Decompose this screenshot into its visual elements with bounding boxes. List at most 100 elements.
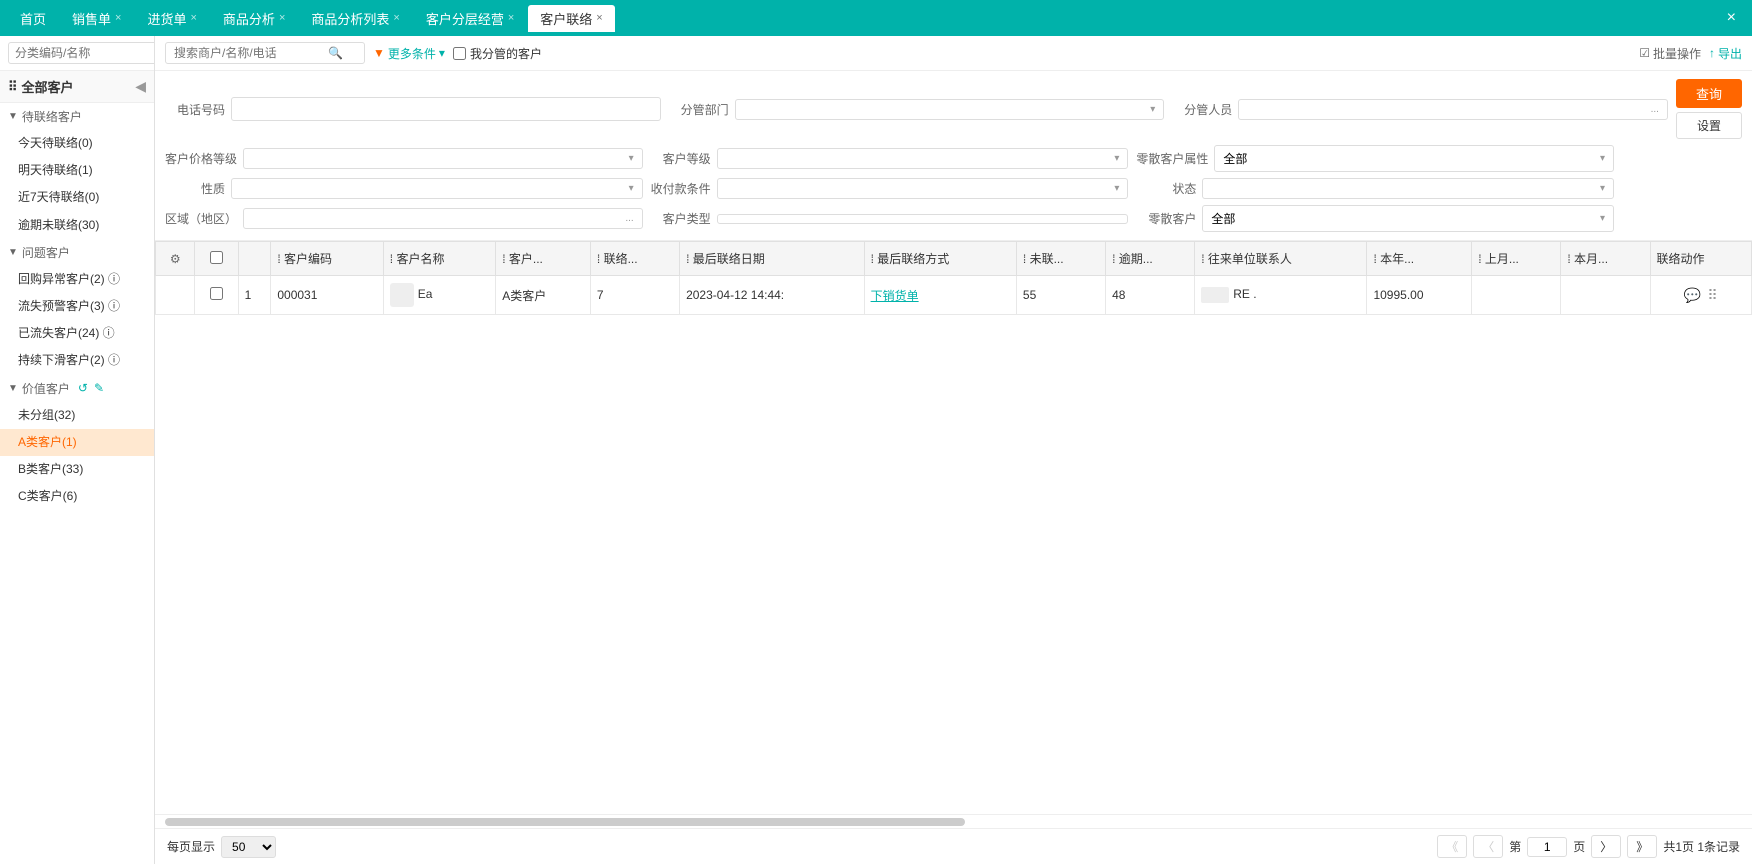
settings-button[interactable]: 设置 bbox=[1676, 112, 1742, 139]
filter-retail-attr-select[interactable]: 全部 ▾ bbox=[1214, 145, 1614, 172]
sidebar-item-churn-warning[interactable]: 流失预警客户(3) ⓘ bbox=[0, 293, 154, 320]
nav-purchase[interactable]: 进货单 × bbox=[135, 5, 208, 32]
row-checkbox-cell[interactable] bbox=[195, 276, 238, 315]
page-size-select[interactable]: 50 100 200 bbox=[221, 836, 276, 858]
sidebar-item-a-class[interactable]: A类客户(1) bbox=[0, 429, 154, 456]
filter-customer-level-select[interactable]: ▾ bbox=[717, 148, 1129, 169]
nav-customer-contact[interactable]: 客户联络 × bbox=[528, 5, 614, 32]
col-uncontact[interactable]: ⁞ 未联... bbox=[1016, 242, 1105, 276]
nav-home[interactable]: 首页 bbox=[8, 5, 58, 32]
last-method-link[interactable]: 下销货单 bbox=[871, 289, 919, 303]
filter-person-select[interactable]: ... bbox=[1238, 99, 1668, 120]
row-type: A类客户 bbox=[496, 276, 591, 315]
refresh-icon[interactable]: ↺ bbox=[78, 381, 88, 395]
last-page-btn[interactable]: 》 bbox=[1627, 835, 1657, 858]
nav-sales[interactable]: 销售单 × bbox=[60, 5, 133, 32]
col-overdue[interactable]: ⁞ 逾期... bbox=[1106, 242, 1195, 276]
col-name[interactable]: ⁞ 客户名称 bbox=[383, 242, 495, 276]
filter-retail-select[interactable]: 全部 ▾ bbox=[1202, 205, 1614, 232]
row-index: 1 bbox=[238, 276, 271, 315]
filter-region-select[interactable]: ... bbox=[243, 208, 643, 229]
row-settings-cell bbox=[156, 276, 195, 315]
sidebar-item-unclassified[interactable]: 未分组(32) bbox=[0, 402, 154, 429]
filter-phone-input[interactable] bbox=[231, 97, 661, 121]
sidebar-item-churned[interactable]: 已流失客户(24) ⓘ bbox=[0, 320, 154, 347]
row-checkbox[interactable] bbox=[210, 287, 223, 300]
sidebar-item-today[interactable]: 今天待联络(0) bbox=[0, 130, 154, 157]
next-page-btn[interactable]: 〉 bbox=[1591, 835, 1621, 858]
sidebar-search-input[interactable] bbox=[8, 42, 155, 64]
nav-customer-layer-close[interactable]: × bbox=[508, 12, 514, 24]
nav-customer-layer[interactable]: 客户分层经营 × bbox=[414, 5, 526, 32]
filter-price-level: 客户价格等级 ▾ bbox=[165, 148, 643, 169]
my-customers-checkbox[interactable] bbox=[453, 47, 466, 60]
first-page-btn[interactable]: 《 bbox=[1437, 835, 1467, 858]
sidebar-item-tomorrow[interactable]: 明天待联络(1) bbox=[0, 157, 154, 184]
window-close[interactable]: × bbox=[1719, 9, 1744, 27]
my-customers-checkbox-label[interactable]: 我分管的客户 bbox=[453, 45, 542, 62]
sidebar-item-b-class[interactable]: B类客户(33) bbox=[0, 456, 154, 483]
batch-icon: ☑ bbox=[1639, 46, 1650, 60]
filter-payment-select[interactable]: ▾ bbox=[717, 178, 1129, 199]
col-select-all[interactable] bbox=[195, 242, 238, 276]
person-select-arrow: ... bbox=[1651, 104, 1659, 115]
sidebar-section-value-title[interactable]: ▼ 价值客户 ↺ ✎ bbox=[0, 375, 154, 402]
filter-row-2: 客户价格等级 ▾ 客户等级 ▾ 零散客户属性 全部 bbox=[165, 145, 1742, 172]
sidebar-all-customers[interactable]: ⠿ 全部客户 bbox=[8, 77, 74, 96]
edit-icon[interactable]: ✎ bbox=[94, 381, 104, 395]
grid-icon[interactable]: ⠿ bbox=[1707, 287, 1717, 304]
col-settings[interactable]: ⚙ bbox=[156, 242, 195, 276]
col-last-month[interactable]: ⁞ 上月... bbox=[1472, 242, 1561, 276]
sidebar-item-7days[interactable]: 近7天待联络(0) bbox=[0, 184, 154, 211]
sidebar-section-problem-title[interactable]: ▼ 问题客户 bbox=[0, 239, 154, 266]
col-this-year[interactable]: ⁞ 本年... bbox=[1367, 242, 1472, 276]
nav-goods-analysis-close[interactable]: × bbox=[279, 12, 285, 24]
sidebar-item-overdue[interactable]: 逾期未联络(30) bbox=[0, 212, 154, 239]
col-last-method[interactable]: ⁞ 最后联络方式 bbox=[864, 242, 1016, 276]
col-index bbox=[238, 242, 271, 276]
region-arrow: ... bbox=[625, 213, 633, 224]
toolbar-search-icon[interactable]: 🔍 bbox=[328, 46, 343, 60]
col-this-month[interactable]: ⁞ 本月... bbox=[1561, 242, 1650, 276]
filter-status-select[interactable]: ▾ bbox=[1202, 178, 1614, 199]
prev-page-btn[interactable]: 〈 bbox=[1473, 835, 1503, 858]
footer: 每页显示 50 100 200 《 〈 第 页 〉 》 共1页 1条记录 bbox=[155, 828, 1752, 864]
filter-more-btn[interactable]: ▼ 更多条件 ▾ bbox=[373, 45, 445, 62]
col-type[interactable]: ⁞ 客户... bbox=[496, 242, 591, 276]
row-actions: 💬 ⠿ bbox=[1650, 276, 1751, 315]
nav-goods-list[interactable]: 商品分析列表 × bbox=[299, 5, 411, 32]
filter-dept: 分管部门 ▾ bbox=[669, 99, 1165, 120]
col-last-date[interactable]: ⁞ 最后联络日期 bbox=[680, 242, 865, 276]
filter-dept-select[interactable]: ▾ bbox=[735, 99, 1165, 120]
col-company-contact[interactable]: ⁞ 往来单位联系人 bbox=[1195, 242, 1367, 276]
table-settings-icon[interactable]: ⚙ bbox=[170, 252, 181, 266]
sidebar-item-declining[interactable]: 持续下滑客户(2) ⓘ bbox=[0, 347, 154, 374]
sidebar-item-repurchase-abnormal[interactable]: 回购异常客户(2) ⓘ bbox=[0, 266, 154, 293]
row-this-year: 10995.00 bbox=[1367, 276, 1472, 315]
chat-icon[interactable]: 💬 bbox=[1684, 287, 1701, 304]
filter-nature-select[interactable]: ▾ bbox=[231, 178, 643, 199]
nav-customer-contact-close[interactable]: × bbox=[596, 12, 602, 24]
filter-nature: 性质 ▾ bbox=[165, 178, 643, 199]
toolbar-search-input[interactable] bbox=[174, 46, 324, 60]
content-area: 🔍 ▼ 更多条件 ▾ 我分管的客户 ☑ 批量操作 ↑ 导出 bbox=[155, 36, 1752, 864]
nav-sales-close[interactable]: × bbox=[115, 12, 121, 24]
query-button[interactable]: 查询 bbox=[1676, 79, 1742, 108]
nav-goods-analysis[interactable]: 商品分析 × bbox=[211, 5, 297, 32]
page-input[interactable] bbox=[1527, 837, 1567, 857]
nav-purchase-close[interactable]: × bbox=[190, 12, 196, 24]
filter-price-level-select[interactable]: ▾ bbox=[243, 148, 643, 169]
filter-person: 分管人员 ... bbox=[1172, 99, 1668, 120]
row-last-method[interactable]: 下销货单 bbox=[864, 276, 1016, 315]
export-btn[interactable]: ↑ 导出 bbox=[1709, 45, 1742, 62]
col-contact[interactable]: ⁞ 联络... bbox=[590, 242, 679, 276]
batch-operation-btn[interactable]: ☑ 批量操作 bbox=[1639, 45, 1701, 62]
col-code[interactable]: ⁞ 客户编码 bbox=[271, 242, 383, 276]
sidebar-section-pending-title[interactable]: ▼ 待联络客户 bbox=[0, 103, 154, 130]
sidebar-collapse-btn[interactable]: ◀ bbox=[135, 78, 146, 95]
select-all-checkbox[interactable] bbox=[210, 251, 223, 264]
nav-goods-list-close[interactable]: × bbox=[393, 12, 399, 24]
sidebar-item-c-class[interactable]: C类客户(6) bbox=[0, 483, 154, 510]
filter-customer-type-select[interactable] bbox=[717, 214, 1129, 224]
filter-row-3: 性质 ▾ 收付款条件 ▾ 状态 bbox=[165, 178, 1742, 199]
